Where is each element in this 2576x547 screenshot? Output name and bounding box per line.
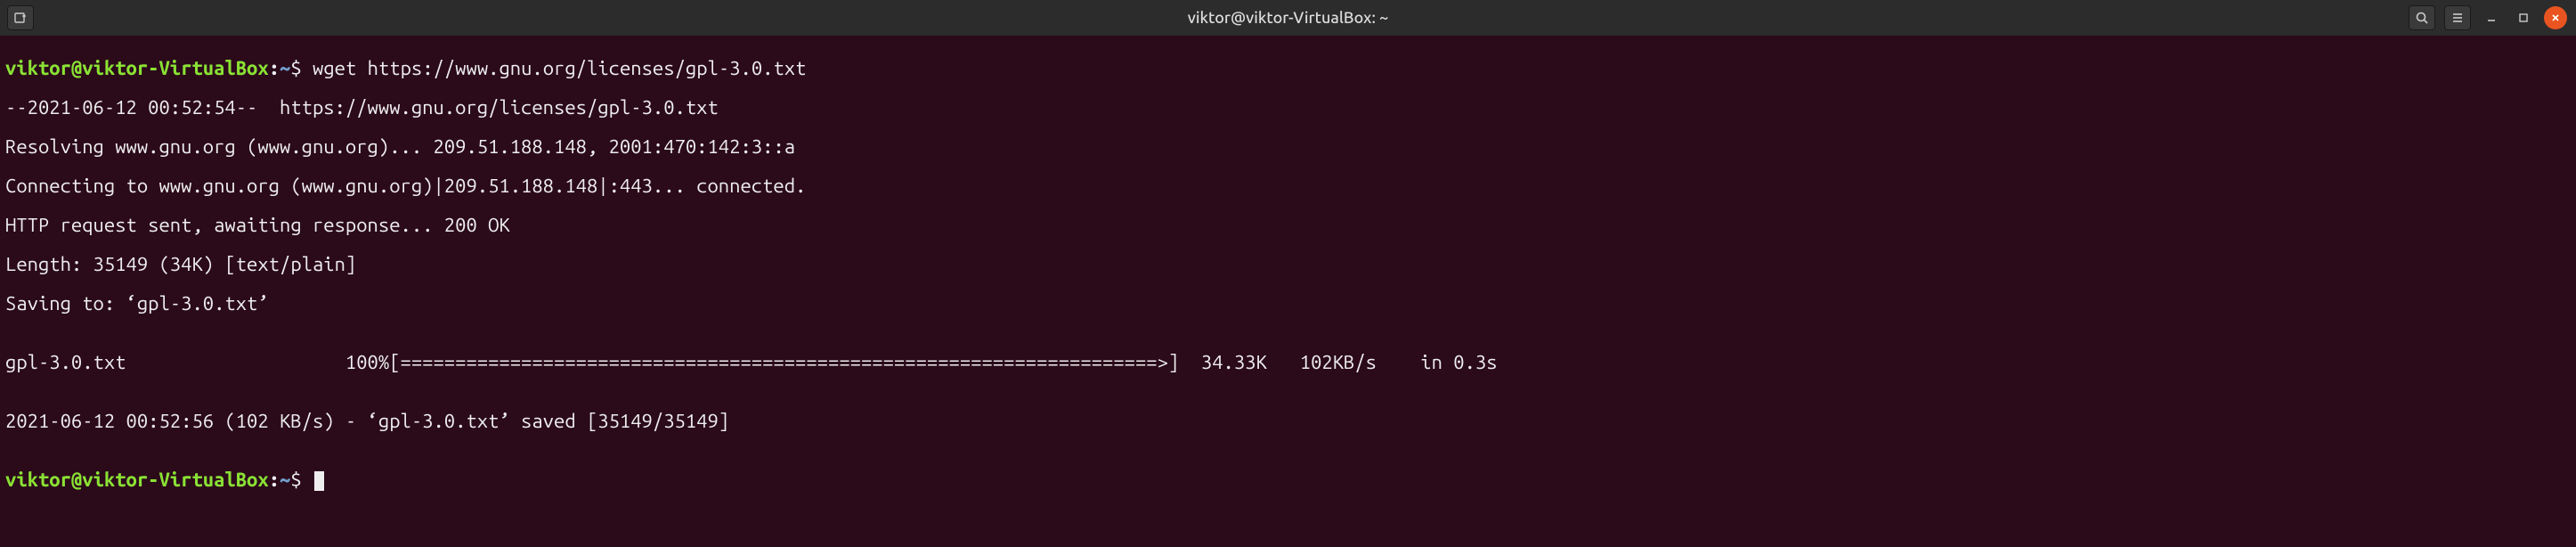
terminal-line: Length: 35149 (34K) [text/plain] [5,255,2571,274]
terminal-line: HTTP request sent, awaiting response... … [5,216,2571,235]
minimize-icon [2486,12,2497,23]
search-icon [2415,11,2429,25]
maximize-button[interactable] [2512,6,2535,29]
new-tab-button[interactable] [7,5,34,30]
close-icon [2550,12,2561,23]
close-button[interactable] [2544,6,2567,29]
prompt-path: ~ [280,469,290,491]
prompt-colon: : [269,469,280,491]
new-tab-icon [13,11,28,25]
prompt-path: ~ [280,57,290,79]
terminal-line: Connecting to www.gnu.org (www.gnu.org)|… [5,176,2571,196]
prompt-host: viktor-VirtualBox [82,57,268,79]
maximize-icon [2518,12,2529,23]
terminal-line: Resolving www.gnu.org (www.gnu.org)... 2… [5,137,2571,157]
prompt-user: viktor [5,57,71,79]
minimize-button[interactable] [2480,6,2503,29]
search-button[interactable] [2409,5,2435,30]
terminal-line: Saving to: ‘gpl-3.0.txt’ [5,294,2571,314]
prompt-dollar: $ [290,469,301,491]
command-text: wget https://www.gnu.org/licenses/gpl-3.… [313,57,806,79]
cursor [314,471,324,491]
menu-button[interactable] [2444,5,2471,30]
terminal-line: viktor@viktor-VirtualBox:~$ wget https:/… [5,59,2571,78]
titlebar-left [0,5,34,30]
prompt-at: @ [71,57,82,79]
hamburger-icon [2450,11,2465,25]
prompt-user: viktor [5,469,71,491]
titlebar-right [2409,5,2576,30]
terminal-line: viktor@viktor-VirtualBox:~$ [5,470,2571,491]
prompt-at: @ [71,469,82,491]
window-title: viktor@viktor-VirtualBox: ~ [0,9,2576,27]
terminal-line: 2021-06-12 00:52:56 (102 KB/s) - ‘gpl-3.… [5,412,2571,431]
prompt-dollar: $ [290,57,301,79]
prompt-host: viktor-VirtualBox [82,469,268,491]
terminal-line: --2021-06-12 00:52:54-- https://www.gnu.… [5,98,2571,118]
terminal-line: gpl-3.0.txt 100%[=======================… [5,353,2571,372]
titlebar: viktor@viktor-VirtualBox: ~ [0,0,2576,36]
terminal[interactable]: viktor@viktor-VirtualBox:~$ wget https:/… [0,36,2576,547]
prompt-colon: : [269,57,280,79]
